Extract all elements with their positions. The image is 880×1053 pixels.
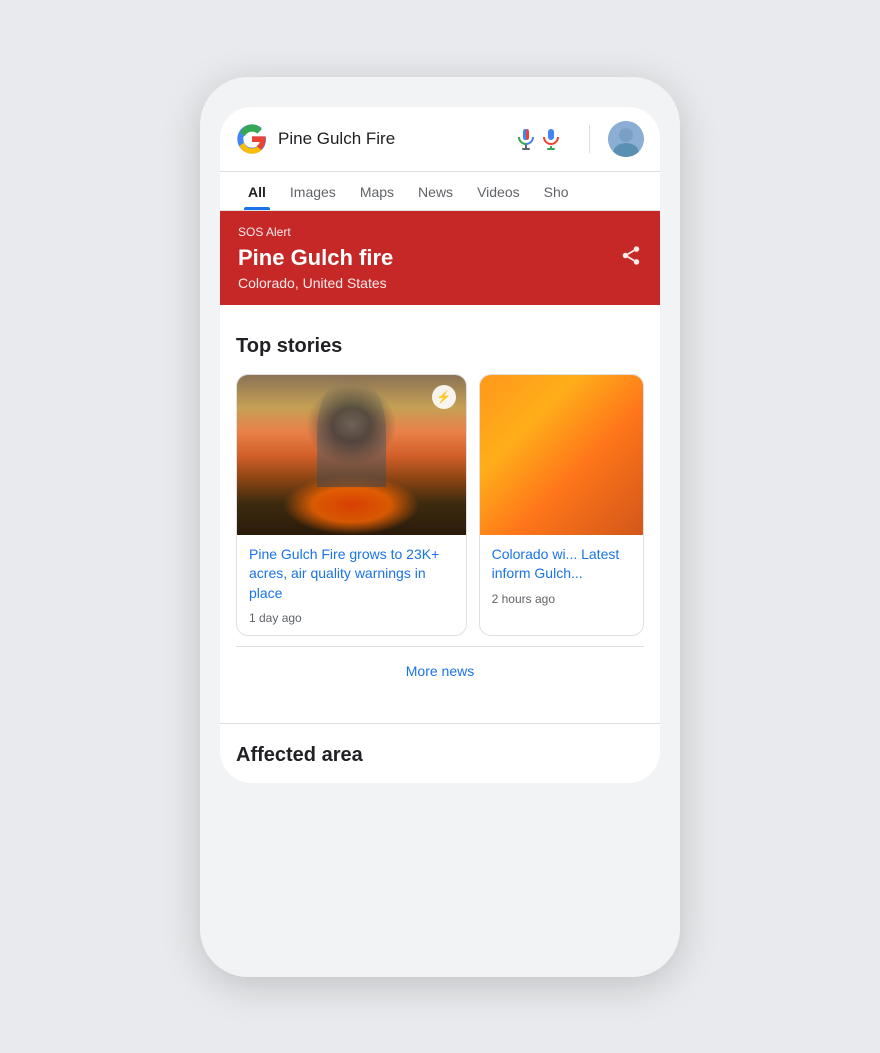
stories-row: ⚡ Pine Gulch Fire grows to 23K+ acres, a… <box>236 374 644 637</box>
tab-videos[interactable]: Videos <box>465 172 532 210</box>
phone-frame: Pine Gulch Fire <box>200 77 680 977</box>
top-stories-section: Top stories ⚡ Pine Gulch Fire grows to 2… <box>220 315 660 714</box>
avatar-image <box>608 121 644 157</box>
microphone-button[interactable] <box>539 127 563 151</box>
story-card-2[interactable]: Colorado wi... Latest inform Gulch... 2 … <box>479 374 644 637</box>
story-image-2 <box>480 375 643 535</box>
story-title-1: Pine Gulch Fire grows to 23K+ acres, air… <box>249 545 454 604</box>
tab-all[interactable]: All <box>236 172 278 210</box>
divider <box>589 125 590 153</box>
story-content-2: Colorado wi... Latest inform Gulch... 2 … <box>480 535 643 616</box>
sos-title: Pine Gulch fire <box>238 245 642 271</box>
story-title-2: Colorado wi... Latest inform Gulch... <box>492 545 631 584</box>
affected-area-title: Affected area <box>236 744 644 767</box>
search-input-value[interactable]: Pine Gulch Fire <box>278 129 529 149</box>
tab-news[interactable]: News <box>406 172 465 210</box>
sos-subtitle: Colorado, United States <box>238 275 642 291</box>
search-bar[interactable]: Pine Gulch Fire <box>220 107 660 172</box>
orange-scene-image <box>480 375 643 535</box>
more-news-section: More news <box>236 646 644 697</box>
tab-maps[interactable]: Maps <box>348 172 406 210</box>
story-content-1: Pine Gulch Fire grows to 23K+ acres, air… <box>237 535 466 636</box>
top-stories-title: Top stories <box>236 335 644 358</box>
story-image-1: ⚡ <box>237 375 466 535</box>
tab-shopping[interactable]: Sho <box>532 172 581 210</box>
sos-alert-banner: SOS Alert Pine Gulch fire Colorado, Unit… <box>220 211 660 305</box>
share-icon <box>620 244 642 266</box>
avatar[interactable] <box>608 121 644 157</box>
story-time-2: 2 hours ago <box>492 592 631 606</box>
story-time-1: 1 day ago <box>249 611 454 625</box>
nav-tabs: All Images Maps News Videos Sho <box>220 172 660 211</box>
share-button[interactable] <box>620 244 642 271</box>
affected-area-section: Affected area <box>220 723 660 783</box>
smoke-plume <box>317 375 386 487</box>
lightning-badge: ⚡ <box>432 385 456 409</box>
mic-icon-colored <box>513 126 539 152</box>
tab-images[interactable]: Images <box>278 172 348 210</box>
phone-inner: Pine Gulch Fire <box>220 107 660 784</box>
story-card-1[interactable]: ⚡ Pine Gulch Fire grows to 23K+ acres, a… <box>236 374 467 637</box>
sos-badge: SOS Alert <box>238 225 642 239</box>
google-logo <box>236 123 268 155</box>
more-news-link[interactable]: More news <box>406 663 474 679</box>
mic-icon <box>539 127 563 151</box>
